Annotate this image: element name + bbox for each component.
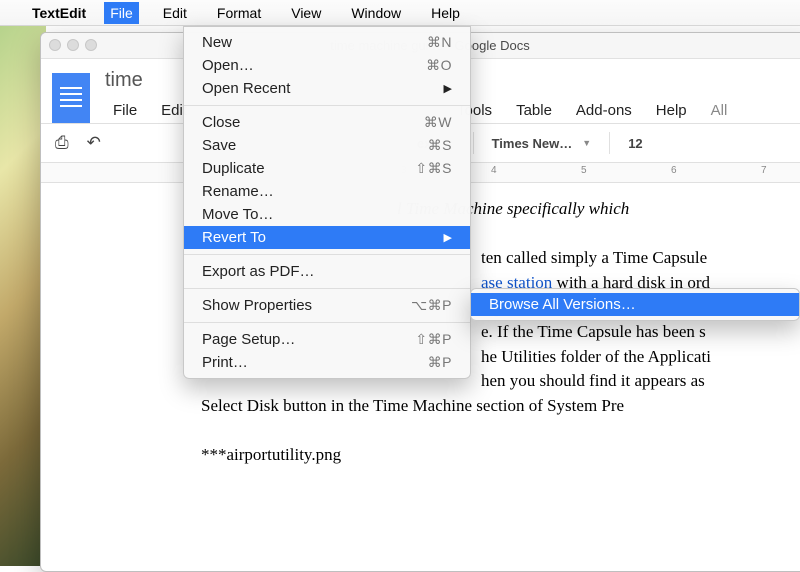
doc-text: ten called simply a Time Capsule [481, 246, 707, 271]
submenu-arrow-icon: ▶ [444, 82, 452, 95]
menu-item-close[interactable]: Close⌘W [184, 111, 470, 134]
docs-menu-table[interactable]: Table [504, 98, 564, 123]
chevron-down-icon: ▼ [582, 138, 591, 148]
font-label: Times New… [492, 136, 573, 151]
menu-separator [184, 322, 470, 323]
docs-menu-all[interactable]: All [699, 98, 740, 123]
doc-text: ***airportutility.png [201, 445, 341, 464]
menu-separator [184, 288, 470, 289]
font-dropdown[interactable]: Times New… ▼ [492, 136, 592, 151]
toolbar-separator [609, 132, 610, 154]
window-controls[interactable] [49, 39, 97, 51]
menu-item-page-setup[interactable]: Page Setup…⇧⌘P [184, 328, 470, 351]
menu-item-open[interactable]: Open…⌘O [184, 54, 470, 77]
menu-format[interactable]: Format [211, 2, 267, 24]
print-icon[interactable] [55, 133, 69, 153]
menu-separator [184, 254, 470, 255]
menu-item-save[interactable]: Save⌘S [184, 134, 470, 157]
doc-text: hen you should find it appears as [481, 369, 709, 394]
menu-help[interactable]: Help [425, 2, 466, 24]
menu-edit[interactable]: Edit [157, 2, 193, 24]
docs-logo-icon[interactable] [41, 69, 101, 123]
undo-icon[interactable] [87, 133, 101, 153]
menu-separator [184, 105, 470, 106]
menu-item-rename[interactable]: Rename… [184, 180, 470, 203]
menu-file[interactable]: File [104, 2, 139, 24]
zoom-window-icon[interactable] [85, 39, 97, 51]
doc-text: e. If the Time Capsule has been s [481, 320, 706, 345]
docs-menu-file[interactable]: File [101, 98, 149, 123]
menu-item-move-to[interactable]: Move To… [184, 203, 470, 226]
menu-item-duplicate[interactable]: Duplicate⇧⌘S [184, 157, 470, 180]
menu-window[interactable]: Window [345, 2, 407, 24]
fontsize-field[interactable]: 12 [628, 136, 642, 151]
menu-item-browse-all-versions[interactable]: Browse All Versions… [471, 293, 799, 316]
fontsize-value: 12 [628, 136, 642, 151]
app-name[interactable]: TextEdit [32, 5, 86, 21]
macos-menubar: TextEdit File Edit Format View Window He… [0, 0, 800, 26]
doc-text: Select Disk button in the Time Machine s… [201, 396, 624, 415]
menu-item-revert-to[interactable]: Revert To▶ [184, 226, 470, 249]
minimize-window-icon[interactable] [67, 39, 79, 51]
submenu-arrow-icon: ▶ [444, 231, 452, 244]
menu-item-show-properties[interactable]: Show Properties⌥⌘P [184, 294, 470, 317]
revert-to-submenu: Browse All Versions… [470, 288, 800, 321]
menu-item-open-recent[interactable]: Open Recent▶ [184, 77, 470, 100]
menu-item-new[interactable]: New⌘N [184, 31, 470, 54]
file-dropdown-menu: New⌘N Open…⌘O Open Recent▶ Close⌘W Save⌘… [183, 26, 471, 379]
doc-text: he Utilities folder of the Applicati [481, 345, 711, 370]
docs-menu-help[interactable]: Help [644, 98, 699, 123]
docs-menu-addons[interactable]: Add-ons [564, 98, 644, 123]
toolbar-separator [473, 132, 474, 154]
menu-item-export-pdf[interactable]: Export as PDF… [184, 260, 470, 283]
menu-item-print[interactable]: Print…⌘P [184, 351, 470, 374]
close-window-icon[interactable] [49, 39, 61, 51]
menu-view[interactable]: View [285, 2, 327, 24]
